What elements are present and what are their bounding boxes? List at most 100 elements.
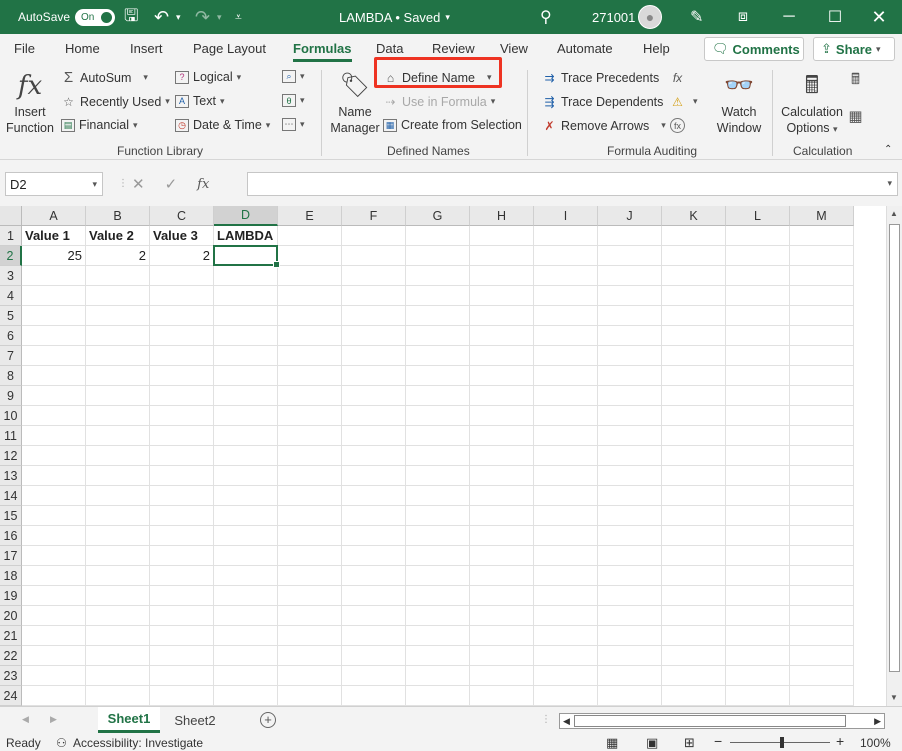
cell-f11[interactable] [342, 426, 406, 446]
cell-a19[interactable] [22, 586, 86, 606]
scroll-sheets-left-icon[interactable]: ◀ [22, 714, 29, 725]
cell-e3[interactable] [278, 266, 342, 286]
cell-l1[interactable] [726, 226, 790, 246]
cell-l21[interactable] [726, 626, 790, 646]
designer-icon[interactable]: ✎ [690, 0, 703, 34]
cell-h5[interactable] [470, 306, 534, 326]
cell-e18[interactable] [278, 566, 342, 586]
scroll-left-icon[interactable]: ◀ [563, 716, 570, 727]
minimize-icon[interactable]: ─ [766, 0, 812, 34]
cell-j16[interactable] [598, 526, 662, 546]
avatar[interactable]: ● [638, 0, 662, 34]
column-header-c[interactable]: C [150, 206, 214, 226]
name-box[interactable]: D2 ▾ [5, 172, 103, 196]
vertical-scroll-thumb[interactable] [889, 224, 900, 672]
row-header-4[interactable]: 4 [0, 286, 22, 306]
cell-a23[interactable] [22, 666, 86, 686]
cell-b22[interactable] [86, 646, 150, 666]
text-button[interactable]: A Text ▾ [175, 94, 224, 108]
cell-l3[interactable] [726, 266, 790, 286]
row-header-3[interactable]: 3 [0, 266, 22, 286]
row-header-22[interactable]: 22 [0, 646, 22, 666]
cell-g17[interactable] [406, 546, 470, 566]
cell-d19[interactable] [214, 586, 278, 606]
cell-f21[interactable] [342, 626, 406, 646]
cell-k15[interactable] [662, 506, 726, 526]
cell-g6[interactable] [406, 326, 470, 346]
cell-b16[interactable] [86, 526, 150, 546]
cell-m12[interactable] [790, 446, 854, 466]
cell-b13[interactable] [86, 466, 150, 486]
cell-h17[interactable] [470, 546, 534, 566]
cell-k10[interactable] [662, 406, 726, 426]
normal-view-icon[interactable]: ▦ [606, 735, 618, 751]
cell-b3[interactable] [86, 266, 150, 286]
cell-m10[interactable] [790, 406, 854, 426]
cell-f1[interactable] [342, 226, 406, 246]
scroll-up-icon[interactable]: ▲ [890, 209, 898, 218]
cell-l23[interactable] [726, 666, 790, 686]
cell-l9[interactable] [726, 386, 790, 406]
cell-k9[interactable] [662, 386, 726, 406]
cell-c3[interactable] [150, 266, 214, 286]
cell-j2[interactable] [598, 246, 662, 266]
page-break-view-icon[interactable]: ⊞ [684, 735, 695, 751]
cell-g19[interactable] [406, 586, 470, 606]
cell-m6[interactable] [790, 326, 854, 346]
row-header-16[interactable]: 16 [0, 526, 22, 546]
cell-j23[interactable] [598, 666, 662, 686]
cell-c16[interactable] [150, 526, 214, 546]
cell-g7[interactable] [406, 346, 470, 366]
cell-g11[interactable] [406, 426, 470, 446]
cell-d8[interactable] [214, 366, 278, 386]
calculate-sheet-button[interactable]: ▦ [848, 108, 863, 125]
cell-d14[interactable] [214, 486, 278, 506]
cell-c8[interactable] [150, 366, 214, 386]
cell-f7[interactable] [342, 346, 406, 366]
save-icon[interactable]: 🖫 [124, 0, 138, 34]
cell-c15[interactable] [150, 506, 214, 526]
cell-m7[interactable] [790, 346, 854, 366]
cell-i10[interactable] [534, 406, 598, 426]
cell-c14[interactable] [150, 486, 214, 506]
cell-i19[interactable] [534, 586, 598, 606]
cell-a21[interactable] [22, 626, 86, 646]
cell-e5[interactable] [278, 306, 342, 326]
customize-toolbar-icon[interactable]: ⩡ [235, 0, 242, 34]
row-header-24[interactable]: 24 [0, 686, 22, 706]
cell-i1[interactable] [534, 226, 598, 246]
cell-c20[interactable] [150, 606, 214, 626]
cell-f18[interactable] [342, 566, 406, 586]
row-header-11[interactable]: 11 [0, 426, 22, 446]
cell-l20[interactable] [726, 606, 790, 626]
cell-f2[interactable] [342, 246, 406, 266]
cell-f19[interactable] [342, 586, 406, 606]
column-header-k[interactable]: K [662, 206, 726, 226]
cell-d2[interactable] [214, 246, 278, 266]
search-icon[interactable]: ⚲ [540, 0, 552, 34]
cell-g20[interactable] [406, 606, 470, 626]
cell-l7[interactable] [726, 346, 790, 366]
cell-f4[interactable] [342, 286, 406, 306]
select-all-corner[interactable] [0, 206, 22, 226]
date-time-button[interactable]: ◷ Date & Time ▾ [175, 118, 270, 132]
cell-g8[interactable] [406, 366, 470, 386]
cell-j15[interactable] [598, 506, 662, 526]
row-header-21[interactable]: 21 [0, 626, 22, 646]
error-checking-button[interactable]: ⚠ ▾ [670, 94, 697, 109]
cell-f9[interactable] [342, 386, 406, 406]
row-header-17[interactable]: 17 [0, 546, 22, 566]
cell-i21[interactable] [534, 626, 598, 646]
cell-a24[interactable] [22, 686, 86, 706]
recently-used-button[interactable]: ☆ Recently Used ▾ [61, 94, 170, 109]
cell-m2[interactable] [790, 246, 854, 266]
cell-a17[interactable] [22, 546, 86, 566]
cell-b11[interactable] [86, 426, 150, 446]
cell-l6[interactable] [726, 326, 790, 346]
row-header-14[interactable]: 14 [0, 486, 22, 506]
tab-insert[interactable]: Insert [130, 41, 163, 56]
cell-f8[interactable] [342, 366, 406, 386]
cell-e15[interactable] [278, 506, 342, 526]
cell-b18[interactable] [86, 566, 150, 586]
cell-m9[interactable] [790, 386, 854, 406]
